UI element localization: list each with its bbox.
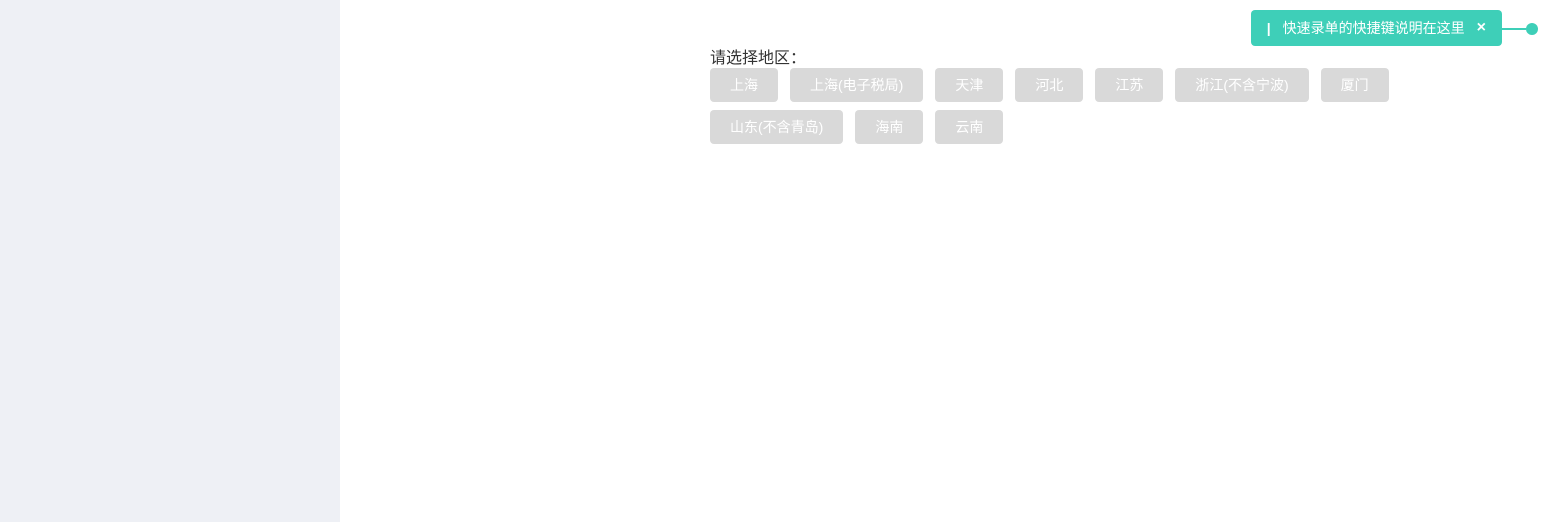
region-button[interactable]: 天津 — [935, 68, 1003, 102]
region-button[interactable]: 江苏 — [1095, 68, 1163, 102]
region-button[interactable]: 厦门 — [1321, 68, 1389, 102]
region-button[interactable]: 山东(不含青岛) — [710, 110, 843, 144]
region-button[interactable]: 上海 — [710, 68, 778, 102]
main-content: 请选择地区： 上海上海(电子税局) 天津河北江苏浙江(不含宁波) 厦门 山东(不含青… — [340, 0, 1562, 522]
page-label: 请选择地区： — [710, 44, 806, 68]
region-button[interactable]: 上海(电子税局) — [790, 68, 923, 102]
tooltip-line — [1498, 28, 1526, 30]
region-button[interactable]: 河北 — [1015, 68, 1083, 102]
tooltip-text: 快速录单的快捷键说明在这里 — [1283, 18, 1465, 38]
region-button[interactable]: 浙江(不含宁波) — [1175, 68, 1308, 102]
region-row-1: 上海上海(电子税局) 天津河北江苏浙江(不含宁波) 厦门 — [710, 68, 1389, 102]
region-button[interactable]: 云南 — [935, 110, 1003, 144]
region-row-2: 山东(不含青岛) 海南云南 — [710, 110, 1003, 144]
region-button[interactable]: 海南 — [855, 110, 923, 144]
tooltip-banner: 快速录单的快捷键说明在这里 × — [1251, 10, 1502, 46]
left-sidebar — [0, 0, 340, 522]
tooltip-dot — [1526, 23, 1538, 35]
tooltip-close-button[interactable]: × — [1477, 19, 1486, 37]
